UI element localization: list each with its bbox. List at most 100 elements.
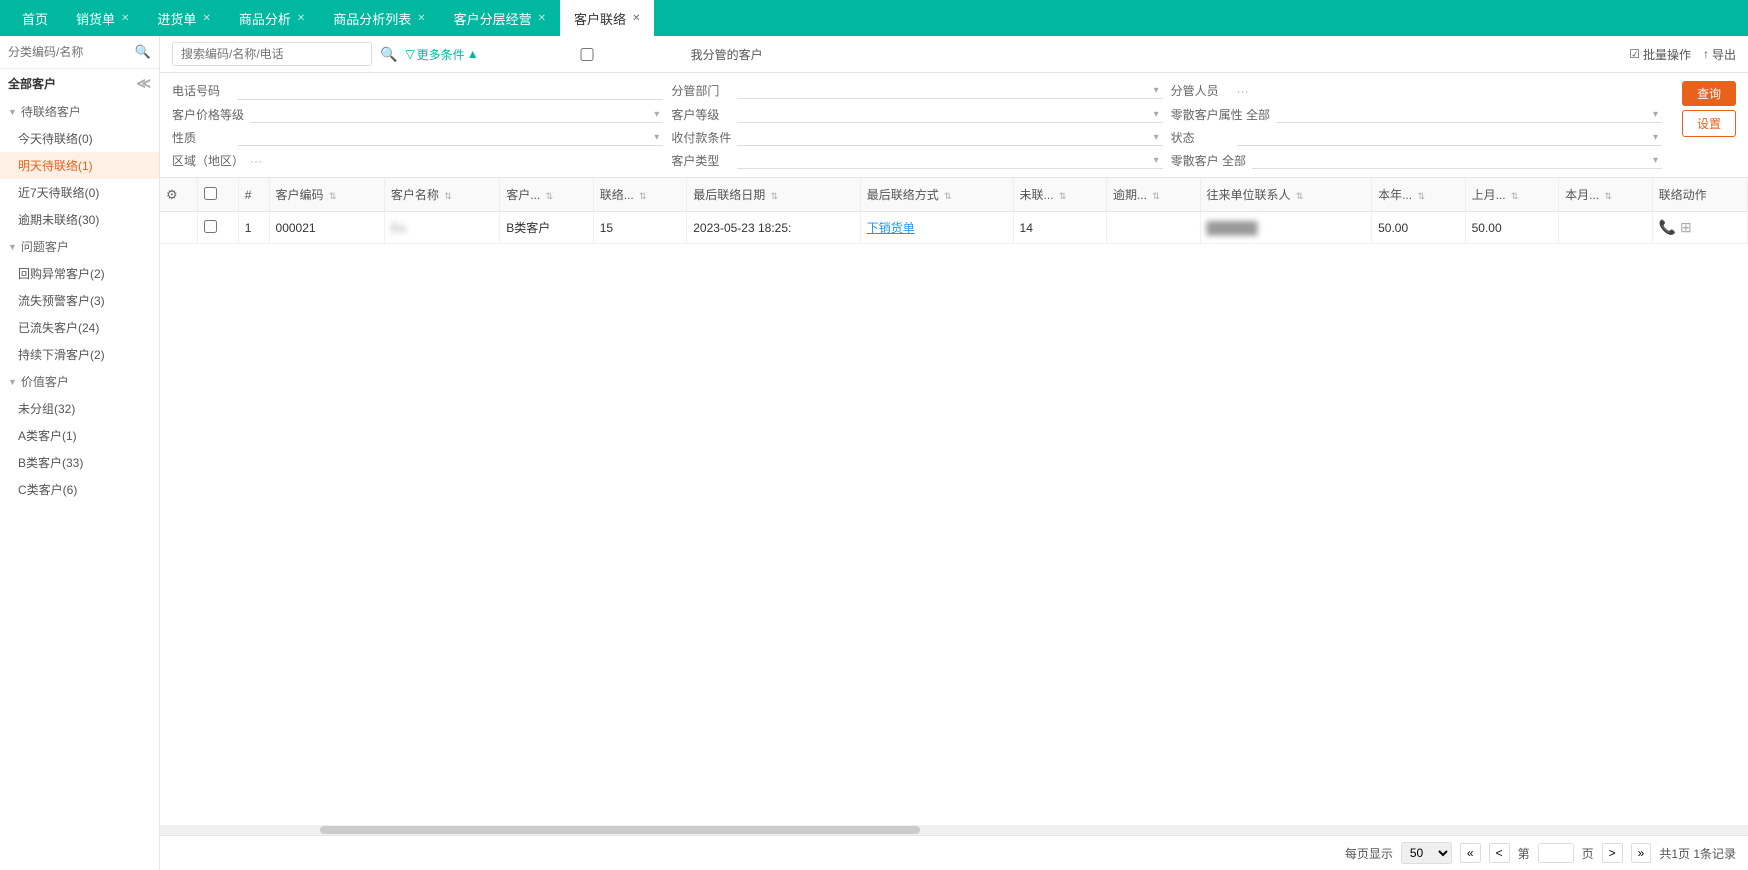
nav-item-销货单[interactable]: 销货单✕ [62, 0, 143, 36]
action-phone-icon[interactable]: 📞 [1659, 219, 1676, 235]
region-label: 区域（地区） [172, 152, 244, 169]
first-page-btn[interactable]: « [1460, 843, 1481, 863]
search-input[interactable] [172, 42, 372, 66]
advanced-filter-panel: 电话号码 分管部门 ▾ 分管人员 ··· [160, 73, 1748, 178]
total-records-label: 共1页 1条记录 [1659, 845, 1736, 862]
row-checkbox-cell[interactable] [198, 212, 239, 244]
settings-button[interactable]: 设置 [1682, 110, 1736, 137]
sidebar-item-持续下滑客户(2)[interactable]: 持续下滑客户(2) [0, 341, 159, 368]
retail-customer-select[interactable]: ▾ [1252, 153, 1662, 169]
nature-select[interactable]: ▾ [238, 130, 663, 146]
page-unit: 页 [1582, 845, 1594, 862]
next-page-btn[interactable]: > [1602, 843, 1623, 863]
manager-dots[interactable]: ··· [1237, 84, 1249, 98]
row-last-month: 50.00 [1465, 212, 1559, 244]
query-button[interactable]: 查询 [1682, 81, 1736, 106]
th-contact-count[interactable]: 联络... ⇅ [593, 178, 687, 212]
sidebar-item-近7天待联络(0)[interactable]: 近7天待联络(0) [0, 179, 159, 206]
sidebar-group-问题客户[interactable]: 问题客户 [0, 233, 159, 260]
page-label: 第 [1518, 845, 1530, 862]
th-this-month[interactable]: 本月... ⇅ [1559, 178, 1653, 212]
region-dots[interactable]: ··· [250, 154, 262, 168]
dept-select[interactable]: ▾ [737, 83, 1162, 99]
filter-customer-level: 客户等级 ▾ [671, 106, 1162, 123]
close-tab-icon[interactable]: ✕ [297, 13, 305, 24]
all-customers-header[interactable]: 全部客户 ≪ [0, 69, 159, 98]
retail-attr-select[interactable]: ▾ [1276, 107, 1662, 123]
th-name[interactable]: 客户名称 ⇅ [384, 178, 499, 212]
sidebar-item-流失预警客户(3)[interactable]: 流失预警客户(3) [0, 287, 159, 314]
close-tab-icon[interactable]: ✕ [417, 13, 425, 24]
th-code[interactable]: 客户编码 ⇅ [269, 178, 384, 212]
sidebar-item-未分组(32)[interactable]: 未分组(32) [0, 395, 159, 422]
customer-level-select[interactable]: ▾ [737, 107, 1162, 123]
close-tab-icon[interactable]: ✕ [538, 13, 546, 24]
price-level-select[interactable]: ▾ [250, 107, 663, 123]
select-all-checkbox[interactable] [204, 187, 217, 200]
nav-item-商品分析[interactable]: 商品分析✕ [225, 0, 319, 36]
sidebar-group-价值客户[interactable]: 价值客户 [0, 368, 159, 395]
phone-input[interactable] [238, 81, 663, 100]
customer-level-chevron-icon: ▾ [1154, 109, 1159, 120]
gear-icon[interactable]: ⚙ [166, 187, 178, 202]
sidebar-item-A类客户(1)[interactable]: A类客户(1) [0, 422, 159, 449]
horizontal-scrollbar[interactable] [160, 825, 1748, 835]
nav-item-客户分层经营[interactable]: 客户分层经营✕ [440, 0, 560, 36]
th-last-month[interactable]: 上月... ⇅ [1465, 178, 1559, 212]
table-row: 1000021EaB类客户152023-05-23 18:25:下销货单14██… [160, 212, 1748, 244]
sidebar-item-明天待联络(1)[interactable]: 明天待联络(1) [0, 152, 159, 179]
dept-label: 分管部门 [671, 82, 731, 99]
row-last-contact-method[interactable]: 下销货单 [860, 212, 1013, 244]
collapse-icon[interactable]: ≪ [136, 75, 151, 92]
sidebar-item-回购异常客户(2)[interactable]: 回购异常客户(2) [0, 260, 159, 287]
page-input[interactable]: 1 [1538, 843, 1574, 863]
export-btn[interactable]: ↑ 导出 [1703, 46, 1736, 63]
my-customers-checkbox[interactable] [487, 48, 687, 61]
th-overdue[interactable]: 逾期... ⇅ [1107, 178, 1201, 212]
close-tab-icon[interactable]: ✕ [121, 13, 129, 24]
sidebar-item-B类客户(33)[interactable]: B类客户(33) [0, 449, 159, 476]
customer-level-label: 客户等级 [671, 106, 731, 123]
th-this-year[interactable]: 本年... ⇅ [1372, 178, 1466, 212]
sidebar-item-今天待联络(0)[interactable]: 今天待联络(0) [0, 125, 159, 152]
customer-type-select[interactable]: ▾ [737, 153, 1162, 169]
per-page-select[interactable]: 50 100 200 [1401, 842, 1452, 864]
my-customers-filter[interactable]: 我分管的客户 [487, 46, 763, 63]
close-tab-icon[interactable]: ✕ [202, 13, 210, 24]
nav-item-客户联络[interactable]: 客户联络✕ [560, 0, 654, 36]
nav-item-首页[interactable]: 首页 [8, 0, 62, 36]
th-checkbox[interactable] [198, 178, 239, 212]
th-last-contact-method[interactable]: 最后联络方式 ⇅ [860, 178, 1013, 212]
sidebar-item-C类客户(6)[interactable]: C类客户(6) [0, 476, 159, 503]
scrollbar-thumb[interactable] [320, 826, 920, 834]
sidebar-search-bar[interactable]: 🔍 [0, 36, 159, 69]
th-uncontact[interactable]: 未联... ⇅ [1013, 178, 1107, 212]
th-category[interactable]: 客户... ⇅ [500, 178, 594, 212]
nav-item-商品分析列表[interactable]: 商品分析列表✕ [319, 0, 439, 36]
status-select[interactable]: ▾ [1237, 130, 1662, 146]
sidebar-group-待联络客户[interactable]: 待联络客户 [0, 98, 159, 125]
row-actions[interactable]: 📞⊞ [1652, 212, 1747, 244]
th-gear[interactable]: ⚙ [160, 178, 198, 212]
last-page-btn[interactable]: » [1631, 843, 1652, 863]
nav-item-进货单[interactable]: 进货单✕ [143, 0, 224, 36]
prev-page-btn[interactable]: < [1489, 843, 1510, 863]
payment-select[interactable]: ▾ [737, 130, 1162, 146]
filter-search-icon[interactable]: 🔍 [380, 46, 397, 63]
contact-sort-icon: ⇅ [639, 191, 647, 201]
close-tab-icon[interactable]: ✕ [632, 13, 640, 24]
nature-chevron-icon: ▾ [654, 132, 659, 143]
th-last-contact-date[interactable]: 最后联络日期 ⇅ [687, 178, 860, 212]
sidebar-item-逾期未联络(30)[interactable]: 逾期未联络(30) [0, 206, 159, 233]
status-chevron-icon: ▾ [1653, 132, 1658, 143]
batch-action-btn[interactable]: ☑ 批量操作 [1629, 46, 1691, 63]
nature-label: 性质 [172, 129, 232, 146]
sidebar-item-已流失客户(24)[interactable]: 已流失客户(24) [0, 314, 159, 341]
contacts-sort-icon: ⇅ [1296, 191, 1304, 201]
action-grid-icon[interactable]: ⊞ [1680, 219, 1692, 235]
more-conditions-btn[interactable]: ▽ 更多条件 ▲ [405, 46, 478, 63]
th-contacts[interactable]: 往来单位联系人 ⇅ [1200, 178, 1372, 212]
payment-chevron-icon: ▾ [1154, 132, 1159, 143]
sidebar-search-input[interactable] [8, 45, 131, 59]
row-checkbox[interactable] [204, 220, 217, 233]
